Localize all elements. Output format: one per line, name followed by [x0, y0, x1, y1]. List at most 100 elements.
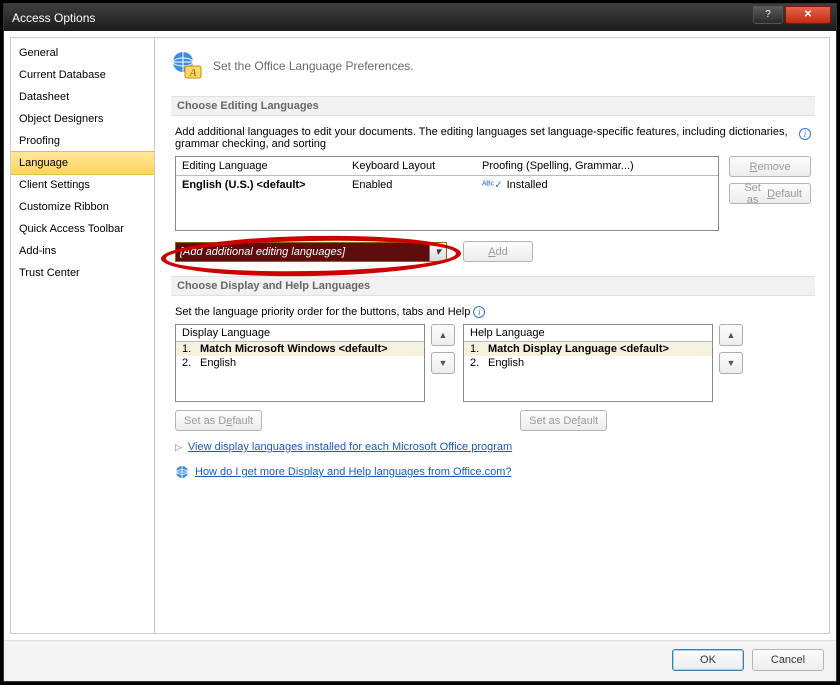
help-language-header: Help Language [464, 325, 712, 342]
display-language-header: Display Language [176, 325, 424, 342]
chevron-up-icon: ▲ [727, 330, 736, 340]
sidebar-item-label: Add-ins [19, 245, 56, 257]
sidebar-item-object-designers[interactable]: Object Designers [11, 108, 154, 130]
editing-languages-description: i Add additional languages to edit your … [171, 126, 815, 156]
cell-proofing-text: Installed [507, 179, 548, 191]
triangle-right-icon: ▷ [175, 442, 182, 453]
list-item-num: 1. [470, 343, 488, 355]
sidebar: General Current Database Datasheet Objec… [10, 37, 155, 634]
cell-keyboard: Enabled [346, 176, 476, 194]
set-default-help-button[interactable]: Set as Default [520, 410, 607, 431]
remove-label-rest: emove [757, 161, 790, 173]
sidebar-item-language[interactable]: Language [11, 151, 154, 175]
col-editing-language: Editing Language [176, 157, 346, 175]
ok-label: OK [700, 654, 716, 666]
close-button[interactable]: ✕ [785, 6, 831, 24]
move-down-button[interactable]: ▼ [719, 352, 743, 374]
remove-button[interactable]: Remove [729, 156, 811, 177]
remove-label: R [750, 161, 758, 173]
list-item-text: English [200, 357, 236, 369]
sidebar-item-label: Customize Ribbon [19, 201, 109, 213]
cancel-label: Cancel [771, 654, 805, 666]
add-button[interactable]: Add [463, 241, 533, 262]
cancel-button[interactable]: Cancel [752, 649, 824, 671]
sidebar-item-label: Trust Center [19, 267, 80, 279]
move-up-button[interactable]: ▲ [431, 324, 455, 346]
list-item[interactable]: 1. Match Display Language <default> [464, 342, 712, 356]
add-mnemonic: A [488, 246, 495, 258]
language-globe-icon: A [171, 50, 203, 82]
sidebar-item-label: Datasheet [19, 91, 69, 103]
description-text: Set the language priority order for the … [175, 306, 470, 318]
display-language-list[interactable]: Display Language 1. Match Microsoft Wind… [175, 324, 425, 402]
sidebar-item-datasheet[interactable]: Datasheet [11, 86, 154, 108]
list-item-text: Match Display Language <default> [488, 343, 669, 355]
chevron-down-icon: ▼ [727, 358, 736, 368]
chevron-down-icon[interactable]: ▾ [429, 243, 446, 261]
page-heading: A Set the Office Language Preferences. [171, 44, 815, 96]
list-item-num: 1. [182, 343, 200, 355]
cell-language: English (U.S.) <default> [176, 176, 346, 194]
set-default-display-button[interactable]: Set as Default [175, 410, 262, 431]
sidebar-item-label: General [19, 47, 58, 59]
sidebar-item-label: Object Designers [19, 113, 103, 125]
description-text: Add additional languages to edit your do… [175, 126, 788, 150]
info-icon[interactable]: i [473, 306, 485, 318]
info-icon[interactable]: i [799, 128, 811, 140]
abc-check-icon: ᴬᴮᶜ✓ [482, 180, 503, 191]
table-header: Editing Language Keyboard Layout Proofin… [176, 157, 718, 176]
combo-text: [Add additional editing languages] [180, 246, 345, 258]
list-item[interactable]: 2. English [176, 356, 424, 370]
move-down-button[interactable]: ▼ [431, 352, 455, 374]
set-default-label: Set as De [529, 415, 577, 427]
sidebar-item-trust-center[interactable]: Trust Center [11, 262, 154, 284]
sidebar-item-label: Client Settings [19, 179, 90, 191]
get-languages-link[interactable]: How do I get more Display and Help langu… [195, 466, 512, 478]
set-default-label-rest: efault [775, 188, 802, 200]
col-keyboard-layout: Keyboard Layout [346, 157, 476, 175]
sidebar-item-client-settings[interactable]: Client Settings [11, 174, 154, 196]
sidebar-item-label: Language [19, 157, 68, 169]
section-display-help-head: Choose Display and Help Languages [171, 276, 815, 296]
add-language-dropdown[interactable]: [Add additional editing languages] ▾ [175, 242, 447, 262]
view-display-languages-link[interactable]: View display languages installed for eac… [188, 441, 512, 453]
list-item-text: English [488, 357, 524, 369]
sidebar-item-label: Proofing [19, 135, 60, 147]
set-default-label-rest: fault [232, 415, 253, 427]
list-item[interactable]: 2. English [464, 356, 712, 370]
sidebar-item-general[interactable]: General [11, 42, 154, 64]
set-default-button[interactable]: Set as Default [729, 183, 811, 204]
sidebar-item-add-ins[interactable]: Add-ins [11, 240, 154, 262]
editing-languages-table[interactable]: Editing Language Keyboard Layout Proofin… [175, 156, 719, 231]
chevron-down-icon: ▼ [439, 358, 448, 368]
dialog-footer: OK Cancel [4, 640, 836, 681]
move-up-button[interactable]: ▲ [719, 324, 743, 346]
section-editing-languages-head: Choose Editing Languages [171, 96, 815, 116]
page-title: Set the Office Language Preferences. [213, 59, 414, 73]
table-row[interactable]: English (U.S.) <default> Enabled ᴬᴮᶜ✓ Ins… [176, 176, 718, 194]
col-proofing: Proofing (Spelling, Grammar...) [476, 157, 718, 175]
set-default-label: Set as D [184, 415, 226, 427]
sidebar-item-customize-ribbon[interactable]: Customize Ribbon [11, 196, 154, 218]
cell-proofing: ᴬᴮᶜ✓ Installed [476, 176, 718, 194]
sidebar-item-quick-access-toolbar[interactable]: Quick Access Toolbar [11, 218, 154, 240]
list-item-num: 2. [182, 357, 200, 369]
list-item[interactable]: 1. Match Microsoft Windows <default> [176, 342, 424, 356]
sidebar-item-current-database[interactable]: Current Database [11, 64, 154, 86]
sidebar-item-proofing[interactable]: Proofing [11, 130, 154, 152]
display-help-description: Set the language priority order for the … [171, 306, 815, 324]
help-language-list[interactable]: Help Language 1. Match Display Language … [463, 324, 713, 402]
set-default-label-rest: ault [580, 415, 598, 427]
list-item-text: Match Microsoft Windows <default> [200, 343, 388, 355]
ok-button[interactable]: OK [672, 649, 744, 671]
sidebar-item-label: Quick Access Toolbar [19, 223, 124, 235]
set-default-mnemonic: D [767, 188, 775, 200]
set-default-label: Set as [738, 182, 767, 206]
dialog-window: Access Options ? ✕ General Current Datab… [3, 3, 837, 682]
list-item-num: 2. [470, 357, 488, 369]
main-panel: A Set the Office Language Preferences. C… [155, 37, 830, 634]
window-title: Access Options [12, 11, 753, 25]
globe-icon [175, 465, 189, 479]
dialog-body: General Current Database Datasheet Objec… [4, 31, 836, 640]
help-button[interactable]: ? [753, 6, 783, 24]
